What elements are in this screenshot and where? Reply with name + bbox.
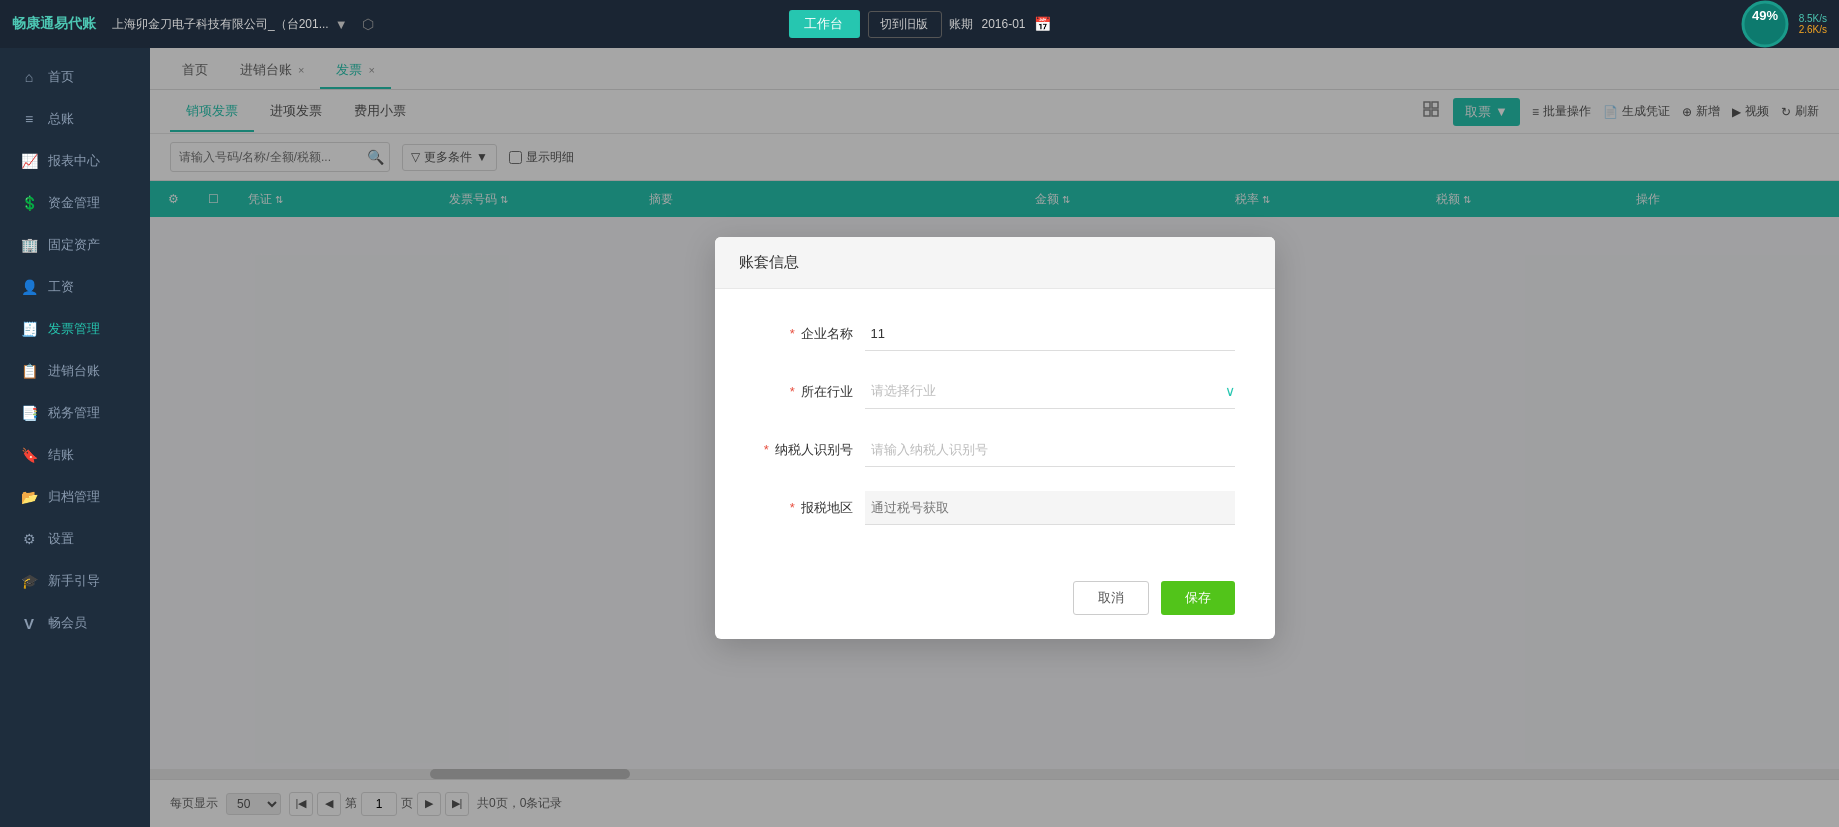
sidebar-item-reports-label: 报表中心 xyxy=(48,152,100,170)
invoice-icon: 🧾 xyxy=(20,320,38,338)
form-row-industry: * 所在行业 请选择行业 ∨ xyxy=(755,375,1235,409)
company-dropdown-icon[interactable]: ▼ xyxy=(335,17,348,32)
required-star: * xyxy=(790,326,795,341)
header-bar: 畅康通易代账 上海卯金刀电子科技有限公司_（台201... ▼ ⬡ 工作台 切到… xyxy=(0,0,1839,48)
period-label: 账期 xyxy=(949,16,973,33)
sidebar-item-purchase-label: 进销台账 xyxy=(48,362,100,380)
copy-icon[interactable]: ⬡ xyxy=(362,16,374,32)
sidebar-item-archive[interactable]: 📂 归档管理 xyxy=(0,476,150,518)
sidebar-item-purchase-sales[interactable]: 📋 进销台账 xyxy=(0,350,150,392)
required-star-4: * xyxy=(790,500,795,515)
sidebar-item-general-ledger[interactable]: ≡ 总账 xyxy=(0,98,150,140)
industry-label: * 所在行业 xyxy=(755,383,865,401)
taxid-input[interactable] xyxy=(865,433,1235,467)
period-value: 2016-01 xyxy=(981,17,1025,31)
settings-icon: ⚙ xyxy=(20,530,38,548)
required-star-3: * xyxy=(764,442,769,457)
sidebar-item-guide[interactable]: 🎓 新手引导 xyxy=(0,560,150,602)
speed-circle-icon: 49% xyxy=(1739,0,1791,50)
sidebar-item-vip-label: 畅会员 xyxy=(48,614,87,632)
tax-icon: 📑 xyxy=(20,404,38,422)
sidebar-item-home-label: 首页 xyxy=(48,68,74,86)
home-icon: ⌂ xyxy=(20,68,38,86)
vip-icon: V xyxy=(20,614,38,632)
header-right: 49% 8.5K/s 2.6K/s xyxy=(1739,0,1827,50)
taxregion-label: * 报税地区 xyxy=(755,499,865,517)
sidebar-item-salary-label: 工资 xyxy=(48,278,74,296)
sidebar-item-invoice-management[interactable]: 🧾 发票管理 xyxy=(0,308,150,350)
reports-icon: 📈 xyxy=(20,152,38,170)
ledger-icon: ≡ xyxy=(20,110,38,128)
sidebar-item-tax-label: 税务管理 xyxy=(48,404,100,422)
salary-icon: 👤 xyxy=(20,278,38,296)
sidebar-item-assets-label: 固定资产 xyxy=(48,236,100,254)
taxregion-input xyxy=(865,491,1235,525)
sidebar-item-home[interactable]: ⌂ 首页 xyxy=(0,56,150,98)
form-row-company: * 企业名称 xyxy=(755,317,1235,351)
main-content: 首页 进销台账 × 发票 × 销项发票 进项发票 费用小票 xyxy=(150,48,1839,827)
sidebar-item-salary[interactable]: 👤 工资 xyxy=(0,266,150,308)
dialog-title: 账套信息 xyxy=(739,253,799,270)
industry-placeholder: 请选择行业 xyxy=(865,382,1225,400)
closing-icon: 🔖 xyxy=(20,446,38,464)
sidebar-item-reports[interactable]: 📈 报表中心 xyxy=(0,140,150,182)
guide-icon: 🎓 xyxy=(20,572,38,590)
sidebar-item-vip[interactable]: V 畅会员 xyxy=(0,602,150,644)
company-name-label: * 企业名称 xyxy=(755,325,865,343)
company-name: 上海卯金刀电子科技有限公司_（台201... xyxy=(112,16,329,33)
dialog-body: * 企业名称 * 所在行业 请选择行业 ∨ xyxy=(715,289,1275,569)
dialog-header: 账套信息 xyxy=(715,237,1275,289)
form-row-taxid: * 纳税人识别号 xyxy=(755,433,1235,467)
dialog-footer: 取消 保存 xyxy=(715,569,1275,639)
header-center: 工作台 切到旧版 账期 2016-01 📅 xyxy=(788,10,1050,38)
account-info-dialog: 账套信息 * 企业名称 * 所在行业 xyxy=(715,237,1275,639)
taxid-label: * 纳税人识别号 xyxy=(755,441,865,459)
app-layout: ⌂ 首页 ≡ 总账 📈 报表中心 💲 资金管理 🏢 固定资产 👤 工资 🧾 发票… xyxy=(0,48,1839,827)
sidebar-item-ledger-label: 总账 xyxy=(48,110,74,128)
required-star-2: * xyxy=(790,384,795,399)
speed-info: 8.5K/s 2.6K/s xyxy=(1799,13,1827,35)
svg-text:49%: 49% xyxy=(1752,8,1778,23)
sidebar: ⌂ 首页 ≡ 总账 📈 报表中心 💲 资金管理 🏢 固定资产 👤 工资 🧾 发票… xyxy=(0,48,150,827)
speed-up: 8.5K/s xyxy=(1799,13,1827,24)
funds-icon: 💲 xyxy=(20,194,38,212)
company-name-input[interactable] xyxy=(865,317,1235,351)
sidebar-item-tax[interactable]: 📑 税务管理 xyxy=(0,392,150,434)
sidebar-item-fixed-assets[interactable]: 🏢 固定资产 xyxy=(0,224,150,266)
form-row-taxregion: * 报税地区 xyxy=(755,491,1235,525)
sidebar-item-guide-label: 新手引导 xyxy=(48,572,100,590)
old-version-button[interactable]: 切到旧版 xyxy=(867,11,941,38)
sidebar-item-archive-label: 归档管理 xyxy=(48,488,100,506)
industry-dropdown-icon[interactable]: ∨ xyxy=(1225,383,1235,399)
industry-select-wrap[interactable]: 请选择行业 ∨ xyxy=(865,375,1235,409)
sidebar-item-settings-label: 设置 xyxy=(48,530,74,548)
sidebar-item-funds[interactable]: 💲 资金管理 xyxy=(0,182,150,224)
sidebar-item-funds-label: 资金管理 xyxy=(48,194,100,212)
assets-icon: 🏢 xyxy=(20,236,38,254)
calendar-icon[interactable]: 📅 xyxy=(1034,16,1051,32)
speed-down: 2.6K/s xyxy=(1799,24,1827,35)
cancel-button[interactable]: 取消 xyxy=(1073,581,1149,615)
purchase-icon: 📋 xyxy=(20,362,38,380)
sidebar-item-closing[interactable]: 🔖 结账 xyxy=(0,434,150,476)
sidebar-item-invoice-label: 发票管理 xyxy=(48,320,100,338)
app-logo: 畅康通易代账 xyxy=(12,15,96,33)
archive-icon: 📂 xyxy=(20,488,38,506)
sidebar-item-settings[interactable]: ⚙ 设置 xyxy=(0,518,150,560)
worktable-button[interactable]: 工作台 xyxy=(788,10,859,38)
modal-overlay: 账套信息 * 企业名称 * 所在行业 xyxy=(150,48,1839,827)
save-button[interactable]: 保存 xyxy=(1161,581,1235,615)
sidebar-item-closing-label: 结账 xyxy=(48,446,74,464)
